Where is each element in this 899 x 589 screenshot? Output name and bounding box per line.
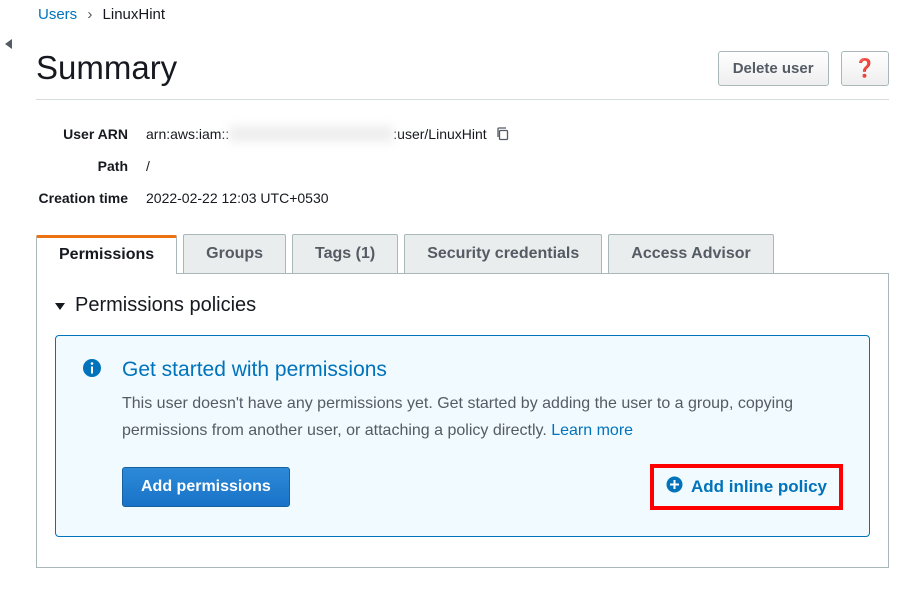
caret-down-icon [55, 294, 65, 317]
tab-groups[interactable]: Groups [183, 234, 286, 273]
banner-text: This user doesn't have any permissions y… [122, 390, 843, 444]
tab-content-permissions: Permissions policies Get started with pe… [36, 274, 889, 568]
creation-time-label: Creation time [36, 182, 146, 214]
add-permissions-button[interactable]: Add permissions [122, 467, 290, 507]
copy-icon[interactable] [495, 126, 511, 142]
get-started-banner: Get started with permissions This user d… [55, 335, 870, 537]
tab-tags[interactable]: Tags (1) [292, 234, 398, 273]
add-inline-policy-link[interactable]: Add inline policy [666, 476, 827, 498]
info-icon [82, 358, 102, 510]
tab-access-advisor[interactable]: Access Advisor [608, 234, 773, 273]
delete-user-button[interactable]: Delete user [718, 51, 829, 86]
user-arn-label: User ARN [36, 118, 146, 150]
permissions-policies-toggle[interactable]: Permissions policies [55, 294, 870, 317]
help-button[interactable]: ❓ [841, 51, 889, 86]
breadcrumb-users-link[interactable]: Users [38, 6, 77, 23]
tab-permissions[interactable]: Permissions [36, 235, 177, 274]
chevron-right-icon: › [87, 6, 92, 23]
help-icon: ❓ [854, 58, 876, 78]
path-label: Path [36, 150, 146, 182]
add-inline-policy-highlight: Add inline policy [650, 464, 843, 510]
divider [36, 99, 889, 100]
user-details: User ARN arn:aws:iam::XXXXXXXXX:user/Lin… [36, 118, 511, 214]
tabs: Permissions Groups Tags (1) Security cre… [36, 234, 889, 274]
breadcrumb: Users › LinuxHint [0, 0, 899, 29]
path-value: / [146, 150, 511, 182]
page-title: Summary [36, 49, 177, 87]
sidebar-collapse-toggle[interactable] [4, 36, 14, 52]
user-arn-value: arn:aws:iam::XXXXXXXXX:user/LinuxHint [146, 126, 487, 142]
plus-circle-icon [666, 476, 683, 498]
permissions-policies-title: Permissions policies [75, 294, 256, 317]
banner-title: Get started with permissions [122, 358, 843, 382]
learn-more-link[interactable]: Learn more [551, 422, 633, 439]
breadcrumb-current: LinuxHint [103, 6, 166, 23]
tab-security-credentials[interactable]: Security credentials [404, 234, 602, 273]
creation-time-value: 2022-02-22 12:03 UTC+0530 [146, 182, 511, 214]
